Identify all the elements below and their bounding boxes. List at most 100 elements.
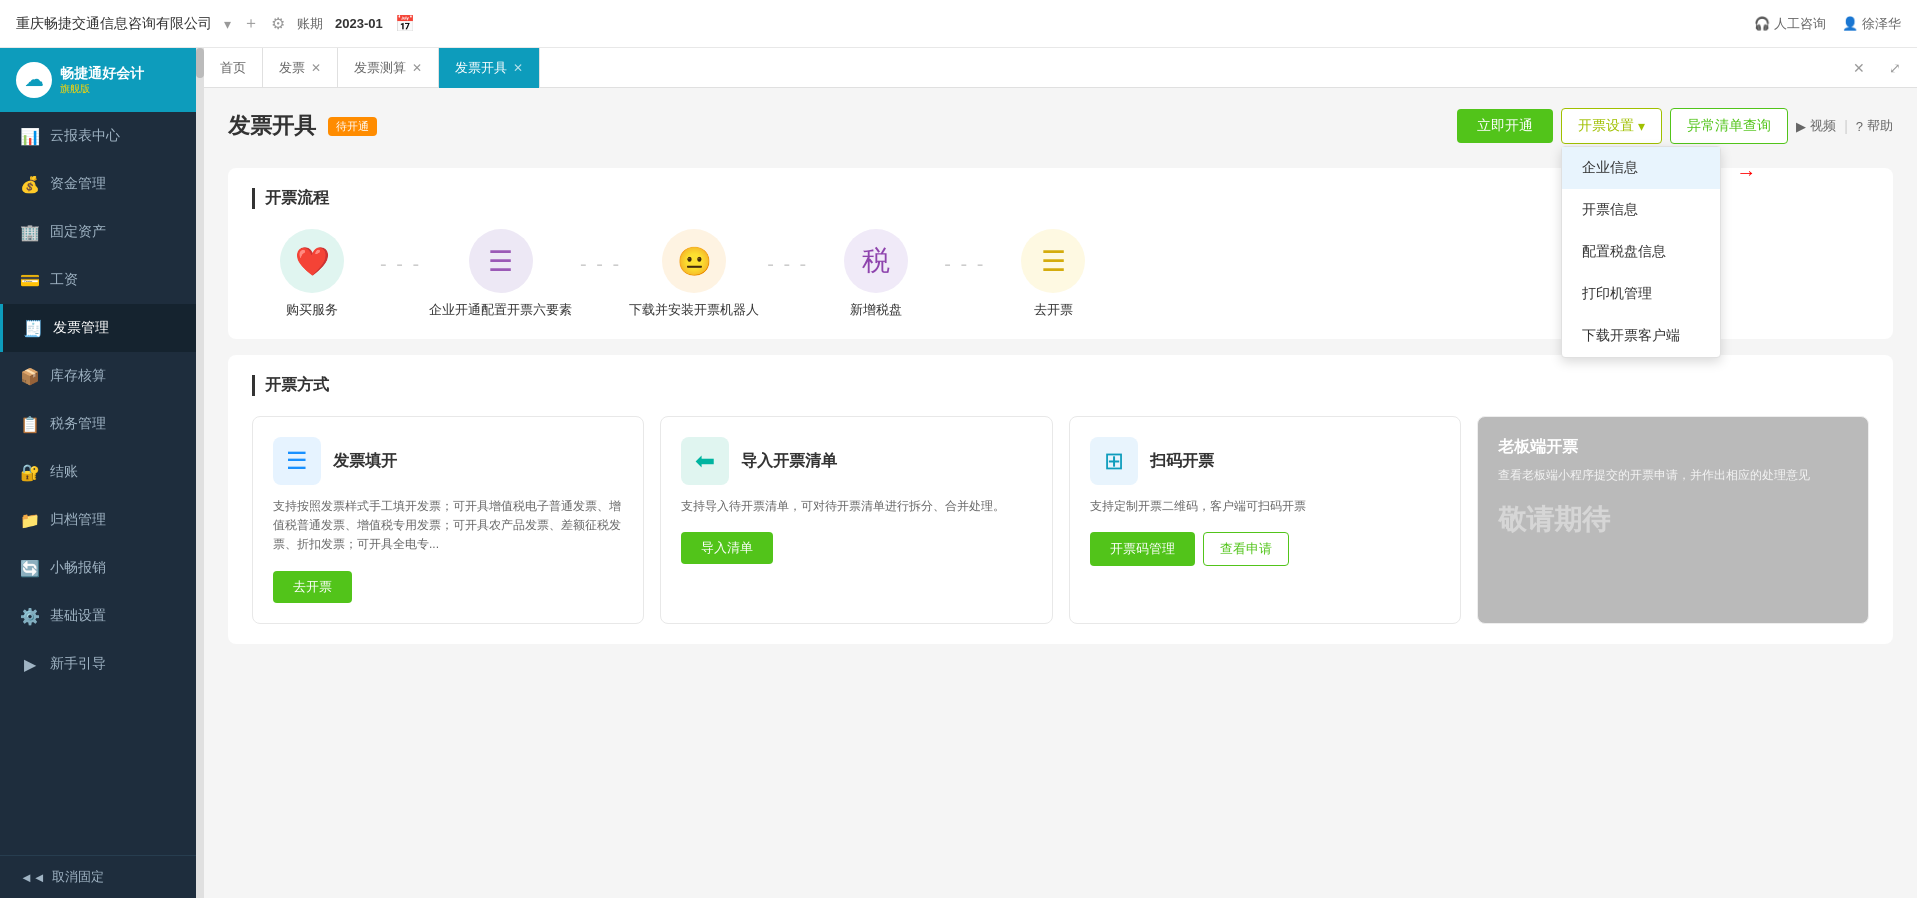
settings-icon[interactable]: ⚙ xyxy=(271,14,285,33)
abnormal-btn[interactable]: 异常清单查询 xyxy=(1670,108,1788,144)
company-name: 重庆畅捷交通信息咨询有限公司 xyxy=(16,15,212,33)
billing-card-header-0: ☰ 发票填开 xyxy=(273,437,623,485)
settings-btn[interactable]: 开票设置 ▾ xyxy=(1561,108,1662,144)
sidebar-bottom-btn[interactable]: ◄◄ 取消固定 xyxy=(0,855,196,898)
unpin-icon: ◄◄ xyxy=(20,870,46,885)
calendar-icon[interactable]: 📅 xyxy=(395,14,415,33)
settings-btn-label: 开票设置 xyxy=(1578,117,1634,135)
tab-close-3[interactable]: ✕ xyxy=(513,61,523,75)
flow-step-0[interactable]: ❤️ 购买服务 xyxy=(252,229,372,319)
billing-btn1-1[interactable]: 导入清单 xyxy=(681,532,773,564)
top-bar-right: 🎧 人工咨询 👤 徐泽华 xyxy=(1754,15,1901,33)
billing-methods: ☰ 发票填开 支持按照发票样式手工填开发票；可开具增值税电子普通发票、增值税普通… xyxy=(252,416,1869,624)
sidebar-item-工资[interactable]: 💳 工资 xyxy=(0,256,196,304)
sidebar-label-2: 固定资产 xyxy=(50,223,106,241)
company-dropdown-icon[interactable]: ▾ xyxy=(224,16,231,32)
flow-step-2[interactable]: 😐 下载并安装开票机器人 xyxy=(629,229,759,319)
sidebar-item-结账[interactable]: 🔐 结账 xyxy=(0,448,196,496)
user-label: 徐泽华 xyxy=(1862,15,1901,33)
dropdown-item-4[interactable]: 下载开票客户端 xyxy=(1562,315,1720,357)
sidebar-icon-10: ⚙️ xyxy=(20,606,40,626)
tab-发票[interactable]: 发票✕ xyxy=(263,48,338,88)
flow-arrow-4: - - - xyxy=(944,253,985,276)
logo-text: 畅捷通好会计 旗舰版 xyxy=(60,64,144,96)
sidebar-item-库存核算[interactable]: 📦 库存核算 xyxy=(0,352,196,400)
billing-card-1: ⬅ 导入开票清单 支持导入待开票清单，可对待开票清单进行拆分、合并处理。 导入清… xyxy=(660,416,1052,624)
red-arrow-indicator: → xyxy=(1736,161,1756,184)
dropdown-item-3[interactable]: 打印机管理 xyxy=(1562,273,1720,315)
billing-card-actions-2: 开票码管理 查看申请 xyxy=(1090,532,1440,566)
help-btn[interactable]: ? 帮助 xyxy=(1856,117,1893,135)
sidebar-icon-4: 🧾 xyxy=(23,318,43,338)
billing-btn1-0[interactable]: 去开票 xyxy=(273,571,352,603)
settings-dropdown-container: 开票设置 ▾ 企业信息开票信息配置税盘信息打印机管理下载开票客户端→ xyxy=(1561,108,1662,144)
billing-card-icon-2: ⊞ xyxy=(1090,437,1138,485)
video-btn[interactable]: ▶ 视频 xyxy=(1796,117,1836,135)
flow-step-icon-2: 😐 xyxy=(662,229,726,293)
dropdown-item-2[interactable]: 配置税盘信息 xyxy=(1562,231,1720,273)
flow-step-4[interactable]: ☰ 去开票 xyxy=(993,229,1113,319)
sidebar-item-基础设置[interactable]: ⚙️ 基础设置 xyxy=(0,592,196,640)
chevron-down-icon: ▾ xyxy=(1638,118,1645,134)
sidebar-label-6: 税务管理 xyxy=(50,415,106,433)
sidebar-item-新手引导[interactable]: ▶ 新手引导 xyxy=(0,640,196,688)
sidebar-icon-11: ▶ xyxy=(20,654,40,674)
sidebar-logo: ☁ 畅捷通好会计 旗舰版 xyxy=(0,48,196,112)
billing-card-title-0: 发票填开 xyxy=(333,451,397,472)
sidebar-nav: 📊 云报表中心 💰 资金管理 🏢 固定资产 💳 工资 🧾 发票管理 📦 库存核算… xyxy=(0,112,196,855)
flow-step-label-4: 去开票 xyxy=(1034,301,1073,319)
headset-icon: 🎧 xyxy=(1754,16,1770,31)
tab-发票测算[interactable]: 发票测算✕ xyxy=(338,48,439,88)
billing-card-3: 老板端开票 查看老板端小程序提交的开票申请，并作出相应的处理意见 敬请期待 xyxy=(1477,416,1869,624)
period-value: 2023-01 xyxy=(335,16,383,31)
sidebar-icon-0: 📊 xyxy=(20,126,40,146)
billing-card-2: ⊞ 扫码开票 支持定制开票二维码，客户端可扫码开票 开票码管理 查看申请 xyxy=(1069,416,1461,624)
billing-btn2-2[interactable]: 查看申请 xyxy=(1203,532,1289,566)
sidebar-label-9: 小畅报销 xyxy=(50,559,106,577)
sidebar-label-11: 新手引导 xyxy=(50,655,106,673)
user-btn[interactable]: 👤 徐泽华 xyxy=(1842,15,1901,33)
close-tab-btn[interactable]: ✕ xyxy=(1845,54,1873,82)
sidebar-icon-6: 📋 xyxy=(20,414,40,434)
flow-step-label-0: 购买服务 xyxy=(286,301,338,319)
page-badge: 待开通 xyxy=(328,117,377,136)
tab-发票开具[interactable]: 发票开具✕ xyxy=(439,48,540,88)
sidebar-item-固定资产[interactable]: 🏢 固定资产 xyxy=(0,208,196,256)
tab-close-2[interactable]: ✕ xyxy=(412,61,422,75)
sidebar-item-归档管理[interactable]: 📁 归档管理 xyxy=(0,496,196,544)
add-icon[interactable]: ＋ xyxy=(243,13,259,34)
scrollbar-thumb[interactable] xyxy=(196,48,204,78)
billing-btn1-2[interactable]: 开票码管理 xyxy=(1090,532,1195,566)
billing-card-desc-0: 支持按照发票样式手工填开发票；可开具增值税电子普通发票、增值税普通发票、增值税专… xyxy=(273,497,623,555)
tab-close-1[interactable]: ✕ xyxy=(311,61,321,75)
page-content: 发票开具 待开通 立即开通 开票设置 ▾ 企业信息开票信息 xyxy=(204,88,1917,898)
sidebar-item-云报表中心[interactable]: 📊 云报表中心 xyxy=(0,112,196,160)
billing-card-0: ☰ 发票填开 支持按照发票样式手工填开发票；可开具增值税电子普通发票、增值税普通… xyxy=(252,416,644,624)
service-btn[interactable]: 🎧 人工咨询 xyxy=(1754,15,1826,33)
sidebar-scrollbar[interactable] xyxy=(196,48,204,898)
logo-icon: ☁ xyxy=(16,62,52,98)
sidebar-item-税务管理[interactable]: 📋 税务管理 xyxy=(0,400,196,448)
sidebar-item-小畅报销[interactable]: 🔄 小畅报销 xyxy=(0,544,196,592)
sidebar-item-资金管理[interactable]: 💰 资金管理 xyxy=(0,160,196,208)
flow-step-3[interactable]: 税 新增税盘 xyxy=(816,229,936,319)
maximize-btn[interactable]: ⤢ xyxy=(1881,54,1909,82)
flow-arrow-1: - - - xyxy=(380,253,421,276)
tab-label-0: 首页 xyxy=(220,59,246,77)
boss-watermark: 敬请期待 xyxy=(1498,501,1848,539)
billing-card-actions-0: 去开票 xyxy=(273,571,623,603)
dropdown-item-1[interactable]: 开票信息 xyxy=(1562,189,1720,231)
unpin-label: 取消固定 xyxy=(52,868,104,886)
top-bar: 重庆畅捷交通信息咨询有限公司 ▾ ＋ ⚙ 账期 2023-01 📅 🎧 人工咨询… xyxy=(0,0,1917,48)
activate-btn[interactable]: 立即开通 xyxy=(1457,109,1553,143)
content-area: 首页发票✕发票测算✕发票开具✕ ✕ ⤢ 发票开具 待开通 立即开通 开票设置 xyxy=(204,48,1917,898)
help-btn-label: 帮助 xyxy=(1867,117,1893,135)
billing-section: 开票方式 ☰ 发票填开 支持按照发票样式手工填开发票；可开具增值税电子普通发票、… xyxy=(228,355,1893,644)
flow-step-icon-0: ❤️ xyxy=(280,229,344,293)
sidebar-icon-1: 💰 xyxy=(20,174,40,194)
dropdown-item-0[interactable]: 企业信息 xyxy=(1562,147,1720,189)
sidebar-item-发票管理[interactable]: 🧾 发票管理 xyxy=(0,304,196,352)
flow-step-1[interactable]: ☰ 企业开通配置开票六要素 xyxy=(429,229,572,319)
sidebar-label-0: 云报表中心 xyxy=(50,127,120,145)
tab-首页[interactable]: 首页 xyxy=(204,48,263,88)
